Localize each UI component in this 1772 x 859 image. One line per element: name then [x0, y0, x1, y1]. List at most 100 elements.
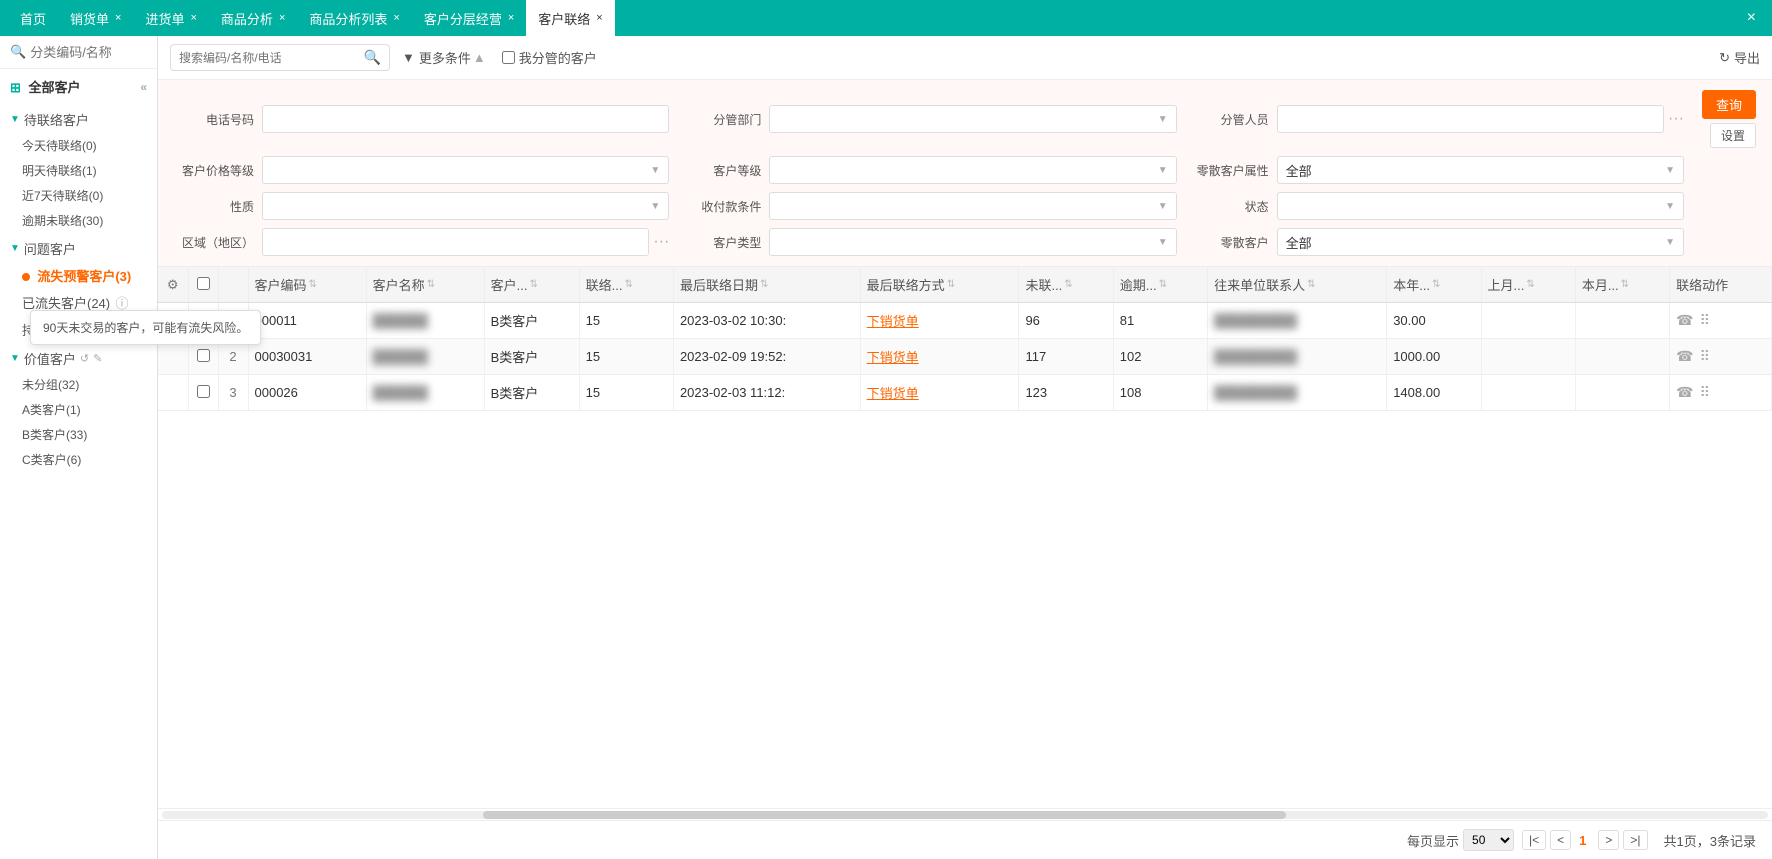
sort-last-month-icon[interactable]: ⇅: [1526, 279, 1534, 290]
filter-region-input[interactable]: [262, 228, 649, 256]
action-more-icon-1[interactable]: ⠿: [1700, 348, 1710, 365]
close-tab-customer-segment[interactable]: ×: [508, 12, 514, 24]
main-search-input[interactable]: [179, 51, 360, 65]
main-search-icon[interactable]: 🔍: [364, 49, 381, 66]
export-button[interactable]: ↻ 导出: [1719, 48, 1760, 67]
window-close-button[interactable]: ×: [1739, 9, 1764, 27]
sidebar-item-class-b[interactable]: B类客户(33): [0, 422, 157, 447]
close-tab-purchase[interactable]: ×: [190, 12, 196, 24]
col-header-code[interactable]: 客户编码 ⇅: [248, 267, 366, 303]
sort-this-year-icon[interactable]: ⇅: [1432, 279, 1440, 290]
my-customers-check[interactable]: [502, 51, 515, 64]
col-header-unit-contact[interactable]: 往来单位联系人 ⇅: [1208, 267, 1387, 303]
sidebar-item-today[interactable]: 今天待联络(0): [0, 133, 157, 158]
sort-contact-icon[interactable]: ⇅: [624, 279, 632, 290]
sidebar-group-problem-customers[interactable]: ▼ 问题客户: [0, 233, 157, 262]
tab-product-analysis[interactable]: 商品分析 ×: [209, 0, 297, 36]
sort-overdue-icon[interactable]: ⇅: [1159, 279, 1167, 290]
sidebar-all-customers[interactable]: ⊞ 全部客户 «: [0, 69, 157, 104]
filter-customer-type-select[interactable]: ▼: [769, 228, 1176, 256]
col-header-this-month[interactable]: 本月... ⇅: [1575, 267, 1669, 303]
col-header-level[interactable]: 客户... ⇅: [484, 267, 579, 303]
horizontal-scrollbar[interactable]: [158, 808, 1772, 820]
tab-product-analysis-list[interactable]: 商品分析列表 ×: [297, 0, 411, 36]
action-contact-icon-1[interactable]: ☎: [1676, 348, 1693, 365]
sidebar-search-input[interactable]: [30, 45, 147, 60]
filter-manager-select[interactable]: [1277, 105, 1664, 133]
sort-method-icon[interactable]: ⇅: [947, 279, 955, 290]
filter-manager-dots[interactable]: ···: [1668, 110, 1684, 128]
last-page-button[interactable]: >|: [1623, 830, 1647, 850]
sort-unit-contact-icon[interactable]: ⇅: [1307, 279, 1315, 290]
filter-zero-customer-select[interactable]: 全部 ▼: [1277, 228, 1684, 256]
close-tab-product-analysis-list[interactable]: ×: [393, 12, 399, 24]
action-more-icon-0[interactable]: ⠿: [1700, 312, 1710, 329]
tab-sales[interactable]: 销货单 ×: [58, 0, 133, 36]
prev-page-button[interactable]: <: [1550, 830, 1571, 850]
filter-price-level-select[interactable]: ▼: [262, 156, 669, 184]
sort-level-icon[interactable]: ⇅: [529, 279, 537, 290]
next-page-button[interactable]: >: [1598, 830, 1619, 850]
sidebar-item-week[interactable]: 近7天待联络(0): [0, 183, 157, 208]
my-customers-checkbox[interactable]: 我分管的客户: [502, 48, 597, 67]
row-method-link-2[interactable]: 下销货单: [867, 386, 919, 401]
search-box[interactable]: 🔍: [170, 44, 390, 71]
filter-status-select[interactable]: ▼: [1277, 192, 1684, 220]
sidebar-item-overdue[interactable]: 逾期未联络(30): [0, 208, 157, 233]
row-last-contact-method-0[interactable]: 下销货单: [860, 303, 1019, 339]
sidebar-item-churn-risk[interactable]: 流失预警客户(3): [0, 262, 157, 289]
close-tab-product-analysis[interactable]: ×: [279, 12, 285, 24]
sidebar-item-tomorrow[interactable]: 明天待联络(1): [0, 158, 157, 183]
sidebar-group-pending-contact[interactable]: ▼ 待联络客户: [0, 104, 157, 133]
row-checkbox-2[interactable]: [188, 375, 218, 411]
col-header-checkbox[interactable]: [188, 267, 218, 303]
col-header-contact[interactable]: 联络... ⇅: [579, 267, 673, 303]
action-contact-icon-0[interactable]: ☎: [1676, 312, 1693, 329]
sort-this-month-icon[interactable]: ⇅: [1621, 279, 1629, 290]
filter-payment-select[interactable]: ▼: [769, 192, 1176, 220]
close-tab-customer-contact[interactable]: ×: [596, 12, 602, 24]
row-check-2[interactable]: [197, 385, 210, 398]
tab-purchase[interactable]: 进货单 ×: [133, 0, 208, 36]
col-header-uncontacted[interactable]: 未联... ⇅: [1019, 267, 1113, 303]
filter-region-dots[interactable]: ···: [653, 233, 669, 251]
query-button[interactable]: 查询: [1702, 90, 1756, 119]
sidebar-search-box[interactable]: 🔍: [0, 36, 157, 69]
sort-uncontacted-icon[interactable]: ⇅: [1064, 279, 1072, 290]
filter-nature-select[interactable]: ▼: [262, 192, 669, 220]
filter-customer-level-select[interactable]: ▼: [769, 156, 1176, 184]
close-tab-sales[interactable]: ×: [115, 12, 121, 24]
sidebar-group-value-customers[interactable]: ▼ 价值客户 ↺ ✎: [0, 343, 157, 372]
col-header-this-year[interactable]: 本年... ⇅: [1387, 267, 1481, 303]
tab-customer-contact[interactable]: 客户联络 ×: [526, 0, 614, 36]
filter-dept-select[interactable]: ▼: [769, 105, 1176, 133]
row-method-link-1[interactable]: 下销货单: [867, 350, 919, 365]
col-header-name[interactable]: 客户名称 ⇅: [366, 267, 484, 303]
scrollbar-thumb[interactable]: [483, 811, 1286, 819]
col-header-last-contact-method[interactable]: 最后联络方式 ⇅: [860, 267, 1019, 303]
col-header-last-month[interactable]: 上月... ⇅: [1481, 267, 1575, 303]
tab-customer-segment[interactable]: 客户分层经营 ×: [412, 0, 526, 36]
row-last-contact-method-2[interactable]: 下销货单: [860, 375, 1019, 411]
settings-button[interactable]: 设置: [1710, 123, 1756, 148]
row-method-link-0[interactable]: 下销货单: [867, 314, 919, 329]
row-settings-2[interactable]: [158, 375, 188, 411]
first-page-button[interactable]: |<: [1522, 830, 1546, 850]
col-header-overdue[interactable]: 逾期... ⇅: [1113, 267, 1207, 303]
filter-zero-attr-select[interactable]: 全部 ▼: [1277, 156, 1684, 184]
select-all-checkbox[interactable]: [197, 277, 210, 290]
sidebar-item-class-a[interactable]: A类客户(1): [0, 397, 157, 422]
row-check-1[interactable]: [197, 349, 210, 362]
more-conditions-btn[interactable]: ▼ 更多条件 ▲: [402, 48, 486, 67]
sort-code-icon[interactable]: ⇅: [309, 279, 317, 290]
sidebar-item-unsorted[interactable]: 未分组(32): [0, 372, 157, 397]
col-header-last-contact-date[interactable]: 最后联络日期 ⇅: [673, 267, 860, 303]
per-page-select[interactable]: 50 10 20 100: [1463, 829, 1514, 851]
value-customers-edit[interactable]: ✎: [93, 352, 102, 365]
action-contact-icon-2[interactable]: ☎: [1676, 384, 1693, 401]
row-last-contact-method-1[interactable]: 下销货单: [860, 339, 1019, 375]
action-more-icon-2[interactable]: ⠿: [1700, 384, 1710, 401]
col-header-settings[interactable]: ⚙: [158, 267, 188, 303]
sidebar-item-class-c[interactable]: C类客户(6): [0, 447, 157, 472]
filter-phone-input[interactable]: [262, 105, 669, 133]
